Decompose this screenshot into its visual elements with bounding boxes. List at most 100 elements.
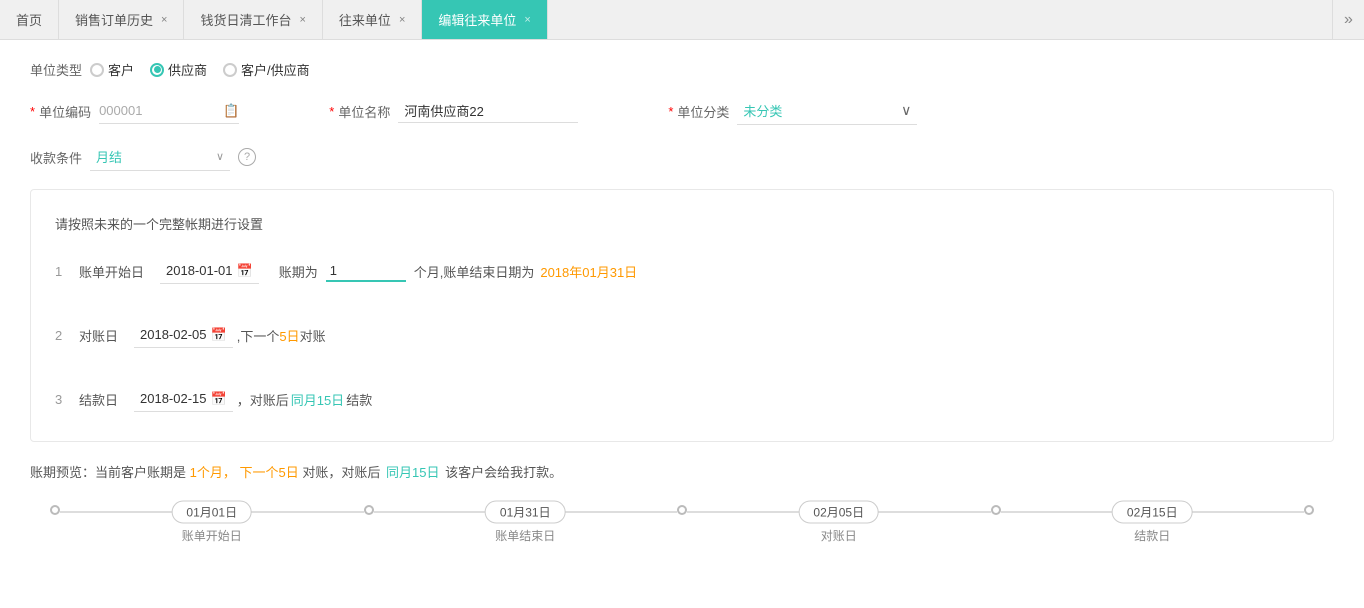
row-1-date: 2018-01-01: [166, 263, 233, 278]
timeline-track: 01月01日 01月31日 02月05日 02月15日: [30, 505, 1334, 519]
payment-terms-arrow: ∨: [216, 150, 224, 163]
tab-sales-history[interactable]: 销售订单历史 ×: [59, 0, 184, 39]
unit-type-row: 单位类型 客户 供应商 客户/供应商: [30, 60, 1334, 79]
tl-dot-1: [364, 505, 374, 515]
radio-both-circle: [223, 63, 237, 77]
row-1-period-unit: 个月,账单结束日期为: [414, 262, 535, 281]
tl-tag-1: 01月31日: [485, 501, 566, 524]
period-input[interactable]: [326, 261, 406, 282]
tl-label-0: 账单开始日: [182, 529, 242, 543]
preview-section: 账期预览：当前客户账期是 1个月， 下一个5日 对账，对账后 同月15日 该客户…: [30, 462, 1334, 481]
tl-dot-4: [1304, 505, 1314, 515]
preview-prefix: 账期预览：当前客户账期是: [30, 465, 186, 480]
tab-cash-work-label: 钱货日清工作台: [200, 10, 291, 29]
row-3-suffix-post: 结款: [346, 390, 372, 409]
radio-both-label: 客户/供应商: [241, 60, 310, 79]
row-1-date-field: 2018-01-01 📅: [160, 259, 259, 284]
row-2-highlight: 5日: [279, 326, 299, 345]
radio-customer[interactable]: 客户: [90, 60, 134, 79]
unit-type-label: 单位类型: [30, 60, 82, 79]
tl-label-2-wrap: 对账日: [687, 527, 991, 544]
main-content: 单位类型 客户 供应商 客户/供应商 * 单位编码 📋 * 单位名称: [0, 40, 1364, 608]
tl-segment-3: 02月05日: [687, 511, 991, 513]
unit-cat-label: 单位分类: [677, 102, 729, 121]
tl-label-3: 结款日: [1134, 529, 1170, 543]
row-3-suffix-pre: ，对账后: [237, 390, 289, 409]
setting-row-3: 3 结款日 2018-02-15 📅 ，对账后 同月15日 结款: [55, 381, 1309, 417]
unit-name-label: 单位名称: [338, 102, 390, 121]
tl-dot-0: [50, 505, 60, 515]
expand-icon: »: [1344, 11, 1353, 29]
tl-segment-2: 01月31日: [374, 511, 678, 513]
unit-cat-star: *: [668, 104, 673, 119]
tab-home[interactable]: 首页: [0, 0, 59, 39]
section-instruction: 请按照未来的一个完整帐期进行设置: [55, 214, 1309, 233]
tl-label-3-wrap: 结款日: [1001, 527, 1305, 544]
unit-category-dropdown[interactable]: 未分类 ∨: [737, 97, 917, 125]
preview-connector3: 同月15日: [386, 465, 439, 480]
radio-supplier[interactable]: 供应商: [150, 60, 207, 79]
tab-edit-partner-close[interactable]: ×: [524, 14, 530, 26]
tab-partner-label: 往来单位: [339, 10, 391, 29]
row-2-suffix-post: 对账: [300, 326, 326, 345]
timeline: 01月01日 01月31日 02月05日 02月15日 账单开始日: [30, 505, 1334, 544]
tab-edit-partner[interactable]: 编辑往来单位 ×: [422, 0, 547, 39]
radio-both[interactable]: 客户/供应商: [223, 60, 310, 79]
radio-supplier-circle: [150, 63, 164, 77]
tab-edit-partner-label: 编辑往来单位: [438, 10, 516, 29]
unit-type-radio-group: 客户 供应商 客户/供应商: [90, 60, 310, 79]
tabs-expand-button[interactable]: »: [1332, 0, 1364, 39]
unit-code-field: 📋: [99, 99, 239, 124]
tl-label-1-wrap: 账单结束日: [374, 527, 678, 544]
row-3-number: 3: [55, 392, 79, 407]
row-2-calendar-icon[interactable]: 📅: [211, 327, 227, 343]
row-1-calendar-icon[interactable]: 📅: [237, 263, 253, 279]
tab-partner-close[interactable]: ×: [399, 14, 405, 26]
preview-period: 1个月，: [190, 465, 236, 480]
tl-tag-0: 01月01日: [171, 501, 252, 524]
row-2-label: 对账日: [79, 326, 118, 345]
payment-terms-value: 月结: [96, 147, 216, 166]
tab-sales-history-close[interactable]: ×: [161, 14, 167, 26]
tl-label-1: 账单结束日: [495, 529, 555, 543]
preview-connector1: 下一个5日: [240, 465, 299, 480]
row-2-number: 2: [55, 328, 79, 343]
row-3-date-field: 2018-02-15 📅: [134, 387, 233, 412]
tab-home-label: 首页: [16, 10, 42, 29]
copy-icon[interactable]: 📋: [223, 103, 239, 119]
tab-cash-work[interactable]: 钱货日清工作台 ×: [184, 0, 322, 39]
unit-code-input[interactable]: [99, 103, 219, 118]
tab-partner[interactable]: 往来单位 ×: [323, 0, 422, 39]
preview-suffix: 该客户会给我打款。: [445, 465, 562, 480]
unit-code-label: 单位编码: [39, 102, 91, 121]
payment-terms-dropdown[interactable]: 月结 ∨: [90, 143, 230, 171]
tl-label-0-wrap: 账单开始日: [60, 527, 364, 544]
row-3-highlight: 同月15日: [291, 390, 344, 409]
tabs-bar: 首页 销售订单历史 × 钱货日清工作台 × 往来单位 × 编辑往来单位 × »: [0, 0, 1364, 40]
payment-terms-label: 收款条件: [30, 148, 82, 167]
tl-dot-2: [677, 505, 687, 515]
tl-label-2: 对账日: [821, 529, 857, 543]
unit-name-field: [398, 99, 578, 123]
tl-segment-4: 02月15日: [1001, 511, 1305, 513]
row-2-suffix-pre: ,下一个: [237, 326, 280, 345]
category-dropdown-arrow: ∨: [901, 102, 911, 119]
setting-row-1: 1 账单开始日 2018-01-01 📅 账期为 个月,账单结束日期为 2018…: [55, 253, 1309, 289]
tl-tag-3: 02月15日: [1112, 501, 1193, 524]
tl-tag-2: 02月05日: [798, 501, 879, 524]
unit-name-star: *: [329, 104, 334, 119]
unit-info-row: * 单位编码 📋 * 单位名称 * 单位分类 未分类 ∨: [30, 97, 1334, 125]
row-1-label: 账单开始日: [79, 262, 144, 281]
setting-row-2: 2 对账日 2018-02-05 📅 ,下一个 5日 对账: [55, 317, 1309, 353]
row-1-number: 1: [55, 264, 79, 279]
row-3-calendar-icon[interactable]: 📅: [211, 391, 227, 407]
unit-name-input[interactable]: [398, 99, 578, 123]
radio-customer-label: 客户: [108, 60, 134, 79]
help-icon[interactable]: ?: [238, 148, 256, 166]
unit-category-value: 未分类: [743, 101, 901, 120]
tab-cash-work-close[interactable]: ×: [299, 14, 305, 26]
tl-segment-1: 01月01日: [60, 511, 364, 513]
row-2-date: 2018-02-05: [140, 327, 207, 342]
radio-customer-circle: [90, 63, 104, 77]
preview-connector2: 对账，对账后: [302, 465, 380, 480]
